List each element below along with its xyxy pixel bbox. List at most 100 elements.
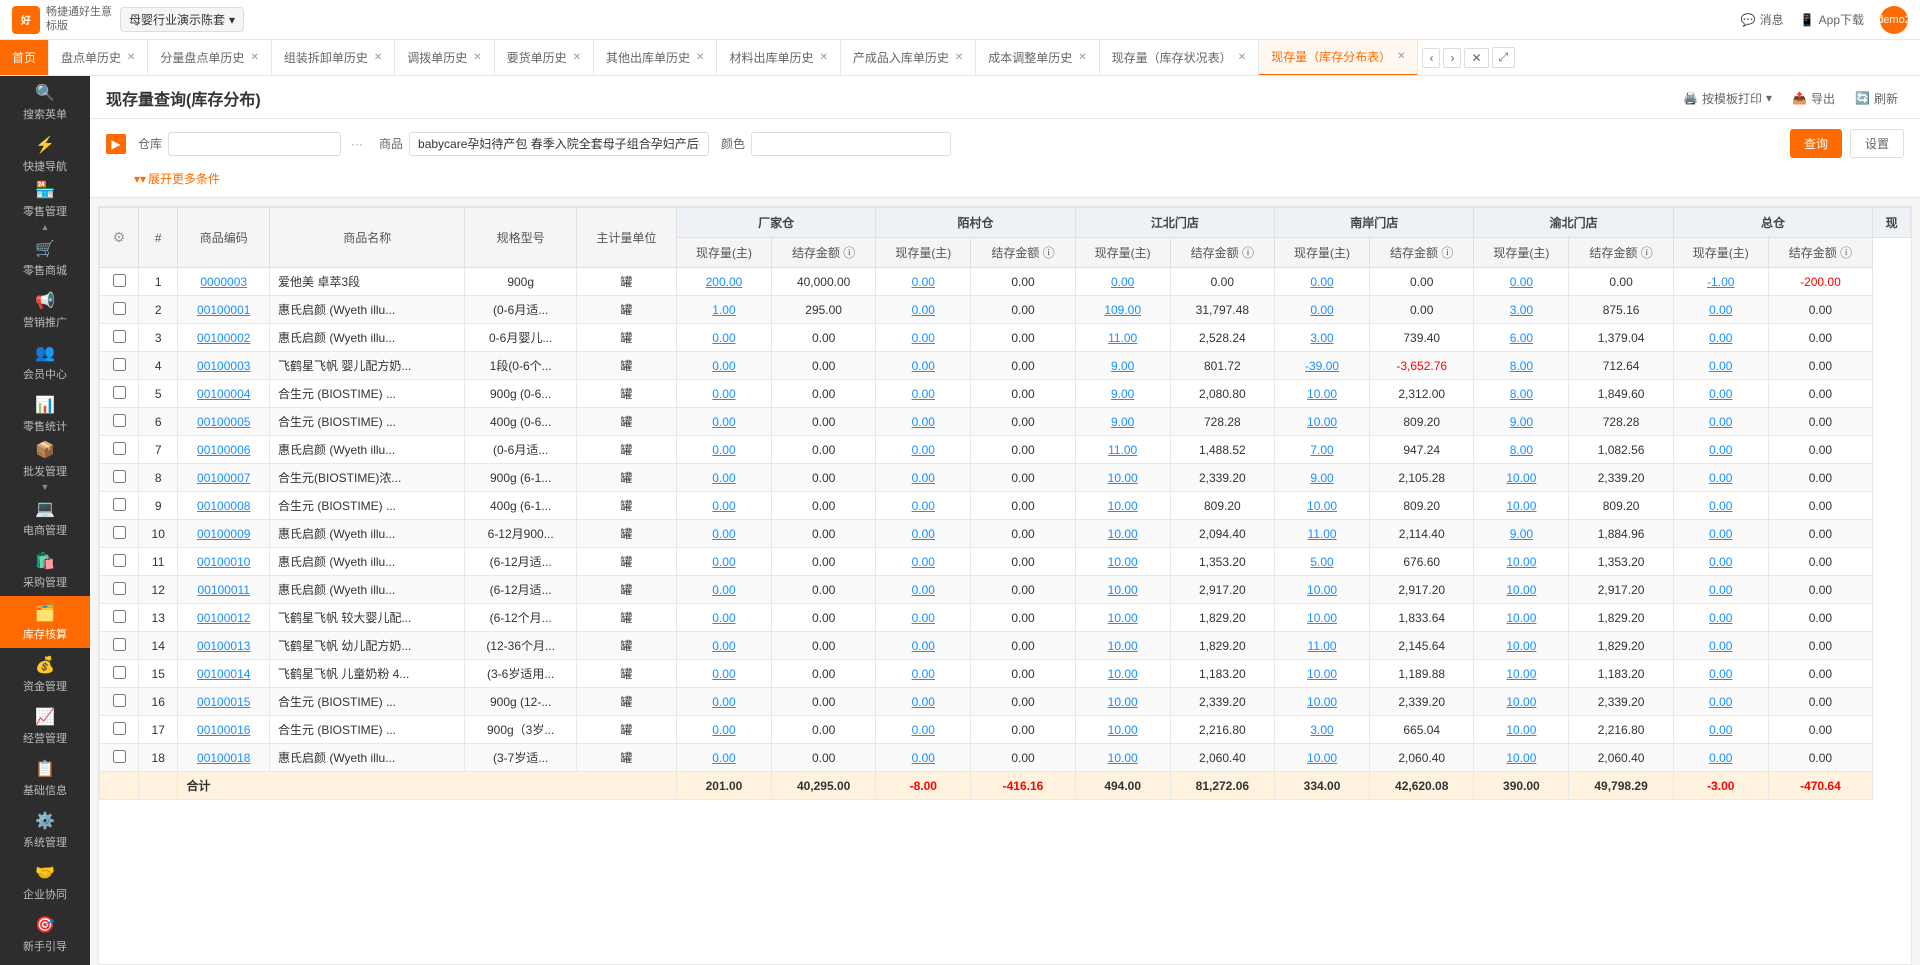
tab-expand-btn[interactable]: ⤢ — [1492, 47, 1516, 68]
row-w3-qty[interactable]: 9.00 — [1075, 408, 1170, 436]
row-checkbox[interactable] — [100, 352, 139, 380]
row-w2-qty[interactable]: 0.00 — [876, 744, 971, 772]
row-w5-qty[interactable]: 10.00 — [1474, 576, 1569, 604]
color-input[interactable] — [751, 132, 951, 156]
row-wt-qty[interactable]: 0.00 — [1673, 660, 1768, 688]
row-w2-qty[interactable]: 0.00 — [876, 268, 971, 296]
row-w3-qty[interactable]: 10.00 — [1075, 632, 1170, 660]
row-w1-qty[interactable]: 0.00 — [677, 436, 772, 464]
col-gear[interactable]: ⚙ — [100, 208, 139, 268]
row-w3-qty[interactable]: 10.00 — [1075, 464, 1170, 492]
row-goods-code[interactable]: 00100007 — [178, 464, 270, 492]
row-w3-qty[interactable]: 11.00 — [1075, 324, 1170, 352]
store-select[interactable]: 母婴行业演示陈套 ▾ — [120, 7, 244, 32]
close-icon[interactable]: ✕ — [374, 52, 382, 63]
row-w4-qty[interactable]: -39.00 — [1275, 352, 1370, 380]
row-w5-qty[interactable]: 8.00 — [1474, 352, 1569, 380]
row-w2-qty[interactable]: 0.00 — [876, 296, 971, 324]
close-icon[interactable]: ✕ — [473, 52, 481, 63]
row-wt-qty[interactable]: 0.00 — [1673, 380, 1768, 408]
tab-product-inbound[interactable]: 产成品入库单历史 ✕ — [841, 40, 976, 76]
row-w1-qty[interactable]: 0.00 — [677, 604, 772, 632]
row-checkbox[interactable] — [100, 744, 139, 772]
row-w5-qty[interactable]: 10.00 — [1474, 464, 1569, 492]
close-icon[interactable]: ✕ — [1238, 52, 1246, 63]
row-checkbox[interactable] — [100, 296, 139, 324]
row-w5-qty[interactable]: 10.00 — [1474, 492, 1569, 520]
row-goods-code[interactable]: 00100012 — [178, 604, 270, 632]
row-checkbox[interactable] — [100, 380, 139, 408]
row-w4-qty[interactable]: 9.00 — [1275, 464, 1370, 492]
row-w2-qty[interactable]: 0.00 — [876, 324, 971, 352]
row-w1-qty[interactable]: 0.00 — [677, 408, 772, 436]
close-icon[interactable]: ✕ — [1078, 52, 1086, 63]
row-wt-qty[interactable]: 0.00 — [1673, 464, 1768, 492]
refresh-btn[interactable]: 🔄 刷新 — [1849, 88, 1904, 109]
row-w3-qty[interactable]: 11.00 — [1075, 436, 1170, 464]
row-w4-qty[interactable]: 0.00 — [1275, 296, 1370, 324]
row-w2-qty[interactable]: 0.00 — [876, 464, 971, 492]
row-w1-qty[interactable]: 0.00 — [677, 352, 772, 380]
row-wt-qty[interactable]: 0.00 — [1673, 744, 1768, 772]
row-w1-qty[interactable]: 0.00 — [677, 632, 772, 660]
row-w2-qty[interactable]: 0.00 — [876, 492, 971, 520]
row-w4-qty[interactable]: 11.00 — [1275, 632, 1370, 660]
row-w5-qty[interactable]: 10.00 — [1474, 604, 1569, 632]
row-w1-qty[interactable]: 0.00 — [677, 744, 772, 772]
row-w4-qty[interactable]: 10.00 — [1275, 576, 1370, 604]
sidebar-item-finance[interactable]: 💰 资金管理 — [0, 648, 90, 700]
row-w5-qty[interactable]: 8.00 — [1474, 380, 1569, 408]
row-w5-qty[interactable]: 0.00 — [1474, 268, 1569, 296]
sidebar-item-new-guide[interactable]: 🎯 新手引导 — [0, 908, 90, 960]
row-w3-qty[interactable]: 9.00 — [1075, 352, 1170, 380]
print-btn[interactable]: 🖨️ 按模板打印 ▾ — [1677, 88, 1778, 109]
row-checkbox[interactable] — [100, 436, 139, 464]
avatar[interactable]: demo2 — [1880, 6, 1908, 34]
row-wt-qty[interactable]: 0.00 — [1673, 296, 1768, 324]
row-checkbox[interactable] — [100, 464, 139, 492]
row-w1-qty[interactable]: 0.00 — [677, 548, 772, 576]
close-icon[interactable]: ✕ — [696, 52, 704, 63]
row-checkbox[interactable] — [100, 632, 139, 660]
sidebar-item-retail-store[interactable]: 🛒 零售商城 — [0, 232, 90, 284]
row-w1-qty[interactable]: 1.00 — [677, 296, 772, 324]
row-checkbox[interactable] — [100, 492, 139, 520]
row-w2-qty[interactable]: 0.00 — [876, 380, 971, 408]
row-wt-qty[interactable]: 0.00 — [1673, 716, 1768, 744]
row-wt-qty[interactable]: 0.00 — [1673, 520, 1768, 548]
row-w3-qty[interactable]: 9.00 — [1075, 380, 1170, 408]
row-goods-code[interactable]: 00100004 — [178, 380, 270, 408]
sidebar-item-ecommerce[interactable]: 💻 电商管理 — [0, 492, 90, 544]
close-icon[interactable]: ✕ — [955, 52, 963, 63]
app-download-btn[interactable]: 📱 App下载 — [1800, 11, 1864, 28]
row-w4-qty[interactable]: 5.00 — [1275, 548, 1370, 576]
row-checkbox[interactable] — [100, 716, 139, 744]
row-w5-qty[interactable]: 10.00 — [1474, 688, 1569, 716]
gear-icon[interactable]: ⚙ — [113, 229, 126, 245]
row-wt-qty[interactable]: 0.00 — [1673, 576, 1768, 604]
row-goods-code[interactable]: 00100018 — [178, 744, 270, 772]
row-w5-qty[interactable]: 10.00 — [1474, 632, 1569, 660]
row-checkbox[interactable] — [100, 520, 139, 548]
tab-combo-disassemble[interactable]: 组装拆卸单历史 ✕ — [272, 40, 395, 76]
row-w5-qty[interactable]: 9.00 — [1474, 408, 1569, 436]
row-checkbox[interactable] — [100, 688, 139, 716]
row-wt-qty[interactable]: 0.00 — [1673, 492, 1768, 520]
row-w2-qty[interactable]: 0.00 — [876, 436, 971, 464]
row-w2-qty[interactable]: 0.00 — [876, 604, 971, 632]
sidebar-item-wholesale-mgmt[interactable]: 📦 批发管理 ▼ — [0, 440, 90, 492]
tab-stock-dist[interactable]: 现存量（库存分布表）✕ — [1259, 40, 1418, 76]
row-w1-qty[interactable]: 0.00 — [677, 380, 772, 408]
row-goods-code[interactable]: 00100006 — [178, 436, 270, 464]
sidebar-item-marketing[interactable]: 📢 营销推广 — [0, 284, 90, 336]
row-w4-qty[interactable]: 0.00 — [1275, 268, 1370, 296]
row-w3-qty[interactable]: 10.00 — [1075, 576, 1170, 604]
goods-input[interactable] — [409, 132, 709, 156]
row-w3-qty[interactable]: 10.00 — [1075, 688, 1170, 716]
row-wt-qty[interactable]: 0.00 — [1673, 436, 1768, 464]
row-goods-code[interactable]: 00100013 — [178, 632, 270, 660]
query-btn[interactable]: 查询 — [1790, 129, 1842, 158]
row-w3-qty[interactable]: 10.00 — [1075, 548, 1170, 576]
row-w5-qty[interactable]: 8.00 — [1474, 436, 1569, 464]
export-btn[interactable]: 📤 导出 — [1786, 88, 1841, 109]
